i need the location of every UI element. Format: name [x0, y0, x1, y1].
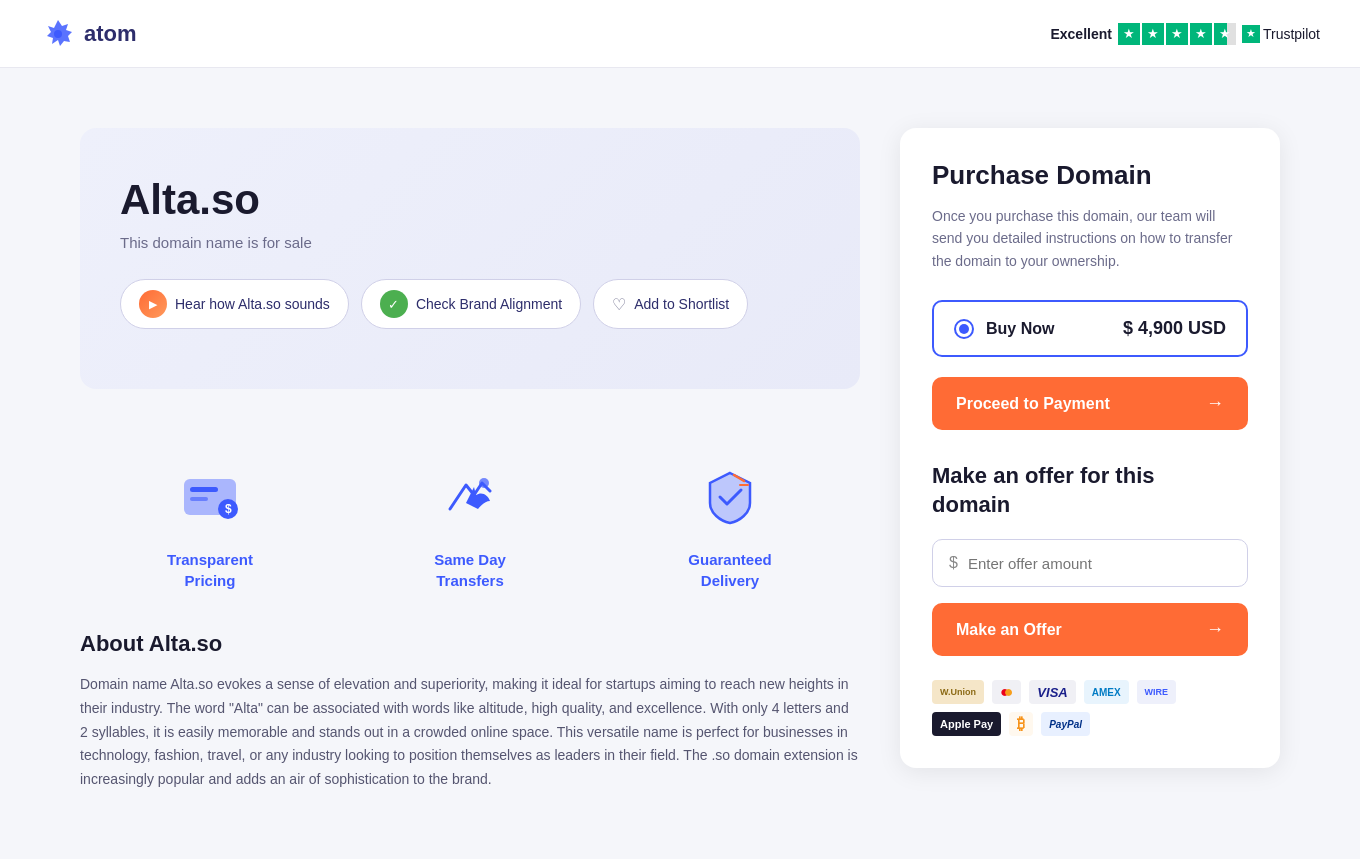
buy-option-left: Buy Now: [954, 319, 1054, 339]
check-brand-button[interactable]: ✓ Check Brand Alignment: [361, 279, 581, 329]
trustpilot-stars: ★ ★ ★ ★ ★: [1118, 23, 1236, 45]
offer-title: Make an offer for thisdomain: [932, 462, 1248, 519]
mastercard-logo: ● ●: [992, 680, 1021, 704]
amex-logo: AMEX: [1084, 680, 1129, 704]
heart-icon: ♡: [612, 295, 626, 314]
offer-btn-label: Make an Offer: [956, 621, 1062, 639]
bitcoin-logo: ₿: [1009, 712, 1033, 736]
transfers-icon: [438, 465, 502, 529]
star-5: ★: [1214, 23, 1236, 45]
svg-point-0: [54, 30, 62, 38]
features-section: $ TransparentPricing Same DayTransfers: [80, 421, 860, 611]
paypal-logo: PayPal: [1041, 712, 1090, 736]
offer-amount-input[interactable]: [968, 555, 1231, 572]
pricing-icon: $: [178, 465, 242, 529]
star-3: ★: [1166, 23, 1188, 45]
check-brand-label: Check Brand Alignment: [416, 296, 562, 312]
buy-now-label: Buy Now: [986, 320, 1054, 338]
hear-sound-button[interactable]: ▶ Hear how Alta.so sounds: [120, 279, 349, 329]
buy-now-option[interactable]: Buy Now $ 4,900 USD: [932, 300, 1248, 357]
delivery-icon-wrap: [694, 461, 766, 533]
trustpilot-brand: ★ Trustpilot: [1242, 25, 1320, 43]
western-union-logo: W.Union: [932, 680, 984, 704]
logo-area: atom: [40, 16, 137, 52]
radio-selected-icon: [954, 319, 974, 339]
transfers-icon-wrap: [434, 461, 506, 533]
feature-transparent-pricing: $ TransparentPricing: [80, 461, 340, 591]
proceed-btn-label: Proceed to Payment: [956, 395, 1110, 413]
header: atom Excellent ★ ★ ★ ★ ★ ★ Trustpilot: [0, 0, 1360, 68]
star-4: ★: [1190, 23, 1212, 45]
star-1: ★: [1118, 23, 1140, 45]
apple-pay-logo: Apple Pay: [932, 712, 1001, 736]
tp-star-icon: ★: [1242, 25, 1260, 43]
feature-same-day-transfers: Same DayTransfers: [340, 461, 600, 591]
purchase-description: Once you purchase this domain, our team …: [932, 205, 1248, 272]
buy-price: $ 4,900 USD: [1123, 318, 1226, 339]
dollar-sign-icon: $: [949, 554, 958, 572]
svg-rect-3: [190, 487, 218, 492]
domain-title: Alta.so: [120, 176, 820, 224]
proceed-to-payment-button[interactable]: Proceed to Payment →: [932, 377, 1248, 430]
offer-input-wrap: $: [932, 539, 1248, 587]
domain-hero: Alta.so This domain name is for sale ▶ H…: [80, 128, 860, 389]
play-icon: ▶: [139, 290, 167, 318]
check-icon: ✓: [380, 290, 408, 318]
atom-logo-icon: [40, 16, 76, 52]
delivery-icon: [698, 465, 762, 529]
payment-logos: W.Union ● ● VISA AMEX WIRE Apple Pay ₿ P…: [932, 680, 1248, 736]
about-title: About Alta.so: [80, 631, 860, 657]
left-panel: Alta.so This domain name is for sale ▶ H…: [80, 128, 860, 812]
svg-point-7: [479, 478, 489, 488]
proceed-arrow-icon: →: [1206, 393, 1224, 414]
star-2: ★: [1142, 23, 1164, 45]
feature-transfers-label: Same DayTransfers: [434, 549, 506, 591]
svg-text:$: $: [225, 502, 232, 516]
purchase-card: Purchase Domain Once you purchase this d…: [900, 128, 1280, 768]
add-shortlist-button[interactable]: ♡ Add to Shortlist: [593, 279, 748, 329]
domain-subtitle: This domain name is for sale: [120, 234, 820, 251]
visa-logo: VISA: [1029, 680, 1075, 704]
make-offer-button[interactable]: Make an Offer →: [932, 603, 1248, 656]
trustpilot-brand-name: Trustpilot: [1263, 26, 1320, 42]
action-buttons: ▶ Hear how Alta.so sounds ✓ Check Brand …: [120, 279, 820, 329]
main-content: Alta.so This domain name is for sale ▶ H…: [40, 68, 1320, 852]
svg-rect-4: [190, 497, 208, 501]
offer-arrow-icon: →: [1206, 619, 1224, 640]
trustpilot-area: Excellent ★ ★ ★ ★ ★ ★ Trustpilot: [1050, 23, 1320, 45]
wire-logo: WIRE: [1137, 680, 1177, 704]
purchase-title: Purchase Domain: [932, 160, 1248, 191]
radio-inner: [959, 324, 969, 334]
about-text: Domain name Alta.so evokes a sense of el…: [80, 673, 860, 792]
logo-text: atom: [84, 21, 137, 47]
hear-sound-label: Hear how Alta.so sounds: [175, 296, 330, 312]
feature-guaranteed-delivery: GuaranteedDelivery: [600, 461, 860, 591]
add-shortlist-label: Add to Shortlist: [634, 296, 729, 312]
about-section: About Alta.so Domain name Alta.so evokes…: [80, 611, 860, 812]
feature-delivery-label: GuaranteedDelivery: [688, 549, 771, 591]
trustpilot-label: Excellent: [1050, 26, 1111, 42]
pricing-icon-wrap: $: [174, 461, 246, 533]
feature-pricing-label: TransparentPricing: [167, 549, 253, 591]
right-panel: Purchase Domain Once you purchase this d…: [900, 128, 1280, 768]
